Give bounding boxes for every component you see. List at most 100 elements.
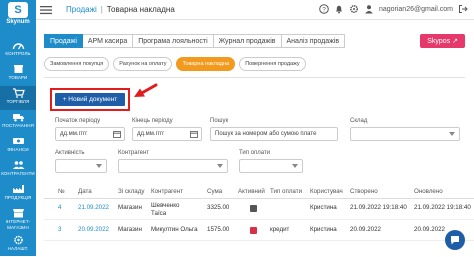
- chevron-down-icon: [217, 164, 223, 168]
- cart-icon: [12, 88, 25, 98]
- row-updated: 20.09.2022: [414, 226, 445, 233]
- sidebar-item-finance[interactable]: Фінанси: [0, 134, 36, 158]
- warehouse-select[interactable]: [350, 127, 460, 141]
- user-icon[interactable]: [364, 4, 374, 14]
- document-type-pills: Замовлення покупця Рахунок на оплату Тов…: [44, 57, 306, 71]
- table-row[interactable]: 3 20.09.2022 Магазин Микултин Ольга 1575…: [44, 221, 474, 241]
- gear-icon[interactable]: [349, 4, 359, 14]
- col-created[interactable]: Створено: [350, 188, 378, 195]
- period-start-label: Початок періоду: [55, 118, 100, 124]
- logo-mark-icon: S: [8, 2, 28, 18]
- col-counterparty[interactable]: Контрагент: [151, 188, 183, 195]
- truck-icon: [12, 112, 25, 122]
- period-start-input[interactable]: дд.мм.гггг: [55, 127, 125, 141]
- pill-sales-return[interactable]: Повернення продажу: [239, 57, 305, 71]
- col-date[interactable]: Дата: [78, 188, 92, 195]
- activity-select[interactable]: [55, 159, 107, 173]
- factory-icon: [12, 184, 25, 194]
- sidebar-item-goods[interactable]: Товари: [0, 62, 36, 86]
- money-icon: [12, 136, 25, 146]
- bell-icon[interactable]: [334, 4, 344, 14]
- row-payment-type: кредит: [270, 226, 289, 233]
- divider: [44, 77, 465, 78]
- new-document-button[interactable]: + Новий документ: [55, 93, 125, 106]
- sidebar-item-settings[interactable]: Налашт.: [0, 233, 36, 257]
- chevron-down-icon: [449, 132, 455, 136]
- top-bar: Продажі | Товарна накладна ? nagorian26@…: [36, 0, 474, 20]
- row-number-link[interactable]: 3: [58, 226, 61, 233]
- activity-label: Активність: [55, 150, 85, 156]
- tab-loyalty[interactable]: Програма лояльності: [133, 34, 213, 48]
- sidebar-item-counterparties[interactable]: Контрагенти: [0, 158, 36, 182]
- menu-icon[interactable]: [40, 5, 54, 15]
- chevron-down-icon: [292, 164, 298, 168]
- row-sum: 3325.00: [207, 204, 229, 211]
- row-created: 20.09.2022: [350, 226, 381, 233]
- breadcrumb-parent[interactable]: Продажі: [66, 5, 97, 14]
- section-tabs: Продажі АРМ касира Програма лояльності Ж…: [44, 34, 345, 48]
- calendar-icon[interactable]: [113, 130, 121, 138]
- sidebar-item-control[interactable]: Контроль: [0, 38, 36, 62]
- col-updated[interactable]: Оновлено: [414, 188, 443, 195]
- tab-sales-analysis[interactable]: Аналіз продажів: [282, 34, 346, 48]
- question-icon[interactable]: ?: [319, 4, 329, 14]
- row-warehouse: Магазин: [118, 226, 142, 233]
- page-title: Товарна накладна: [107, 5, 175, 14]
- app-logo[interactable]: S Skynum: [2, 2, 34, 32]
- counterparty-label: Контрагент: [118, 150, 149, 156]
- sidebar-item-trade[interactable]: Торгівля: [0, 86, 36, 110]
- chat-button[interactable]: [445, 230, 465, 250]
- chat-icon: [445, 230, 465, 250]
- warehouse-label: Склад: [350, 118, 367, 124]
- row-updated: 21.09.2022 19:18:40: [414, 204, 471, 211]
- search-label: Пошук: [210, 118, 228, 124]
- tab-sales[interactable]: Продажі: [44, 34, 83, 48]
- active-checkbox[interactable]: [250, 227, 257, 234]
- skypos-button[interactable]: Skypos ↗: [420, 34, 465, 48]
- col-user[interactable]: Користувач: [310, 188, 343, 195]
- row-user: Кристина: [310, 204, 337, 211]
- logout-icon[interactable]: [458, 4, 468, 14]
- topbar-actions: ? nagorian26@gmail.com: [319, 4, 468, 14]
- box-icon: [12, 64, 25, 74]
- calendar-icon[interactable]: [190, 130, 198, 138]
- period-end-input[interactable]: дд.мм.гггг: [132, 127, 202, 141]
- active-checkbox[interactable]: [250, 205, 257, 212]
- sidebar-item-webshop[interactable]: Інтернет-магазин: [0, 206, 36, 232]
- sidebar-item-production[interactable]: Продукція: [0, 182, 36, 206]
- row-date-link[interactable]: 21.09.2022: [78, 204, 109, 211]
- shop-icon: [12, 208, 25, 218]
- col-payment-type[interactable]: Тип оплати: [270, 188, 302, 195]
- sidebar-item-supply[interactable]: Постачання: [0, 110, 36, 134]
- tab-sales-journal[interactable]: Журнал продажів: [214, 34, 282, 48]
- search-input[interactable]: Пошук за номером або сумою плате: [210, 127, 338, 141]
- row-counterparty: Микултин Ольга: [151, 226, 198, 233]
- breadcrumb-separator: |: [101, 5, 103, 14]
- tab-cashier[interactable]: АРМ касира: [83, 34, 133, 48]
- pill-waybill[interactable]: Товарна накладна: [176, 57, 235, 71]
- sidebar: S Skynum Контроль Товари Торгівля Постач…: [0, 0, 36, 256]
- highlight-box: + Новий документ: [50, 88, 130, 111]
- gauge-icon: [12, 40, 25, 50]
- period-end-label: Кінець періоду: [132, 118, 173, 124]
- gear-icon: [12, 235, 25, 245]
- row-user: Кристина: [310, 226, 337, 233]
- user-email[interactable]: nagorian26@gmail.com: [379, 6, 453, 13]
- row-sum: 1575.00: [207, 226, 229, 233]
- col-active[interactable]: Активний: [238, 188, 265, 195]
- col-sum[interactable]: Сума: [207, 188, 222, 195]
- payment-type-label: Тип оплати: [239, 150, 270, 156]
- table-row[interactable]: 4 21.09.2022 Магазин Шевченко Таїса 3325…: [44, 200, 474, 220]
- col-warehouse[interactable]: Зі складу: [118, 188, 144, 195]
- col-number[interactable]: №: [58, 188, 65, 195]
- counterparty-select[interactable]: [118, 159, 228, 173]
- row-counterparty-line2: Таїса: [151, 210, 166, 217]
- pill-customer-order[interactable]: Замовлення покупця: [44, 57, 109, 71]
- row-created: 21.09.2022 19:18:40: [350, 204, 407, 211]
- row-counterparty: Шевченко: [151, 202, 179, 209]
- svg-text:?: ?: [322, 6, 326, 13]
- row-number-link[interactable]: 4: [58, 204, 61, 211]
- payment-type-select[interactable]: [239, 159, 303, 173]
- row-date-link[interactable]: 20.09.2022: [78, 226, 109, 233]
- pill-invoice[interactable]: Рахунок на оплату: [113, 57, 172, 71]
